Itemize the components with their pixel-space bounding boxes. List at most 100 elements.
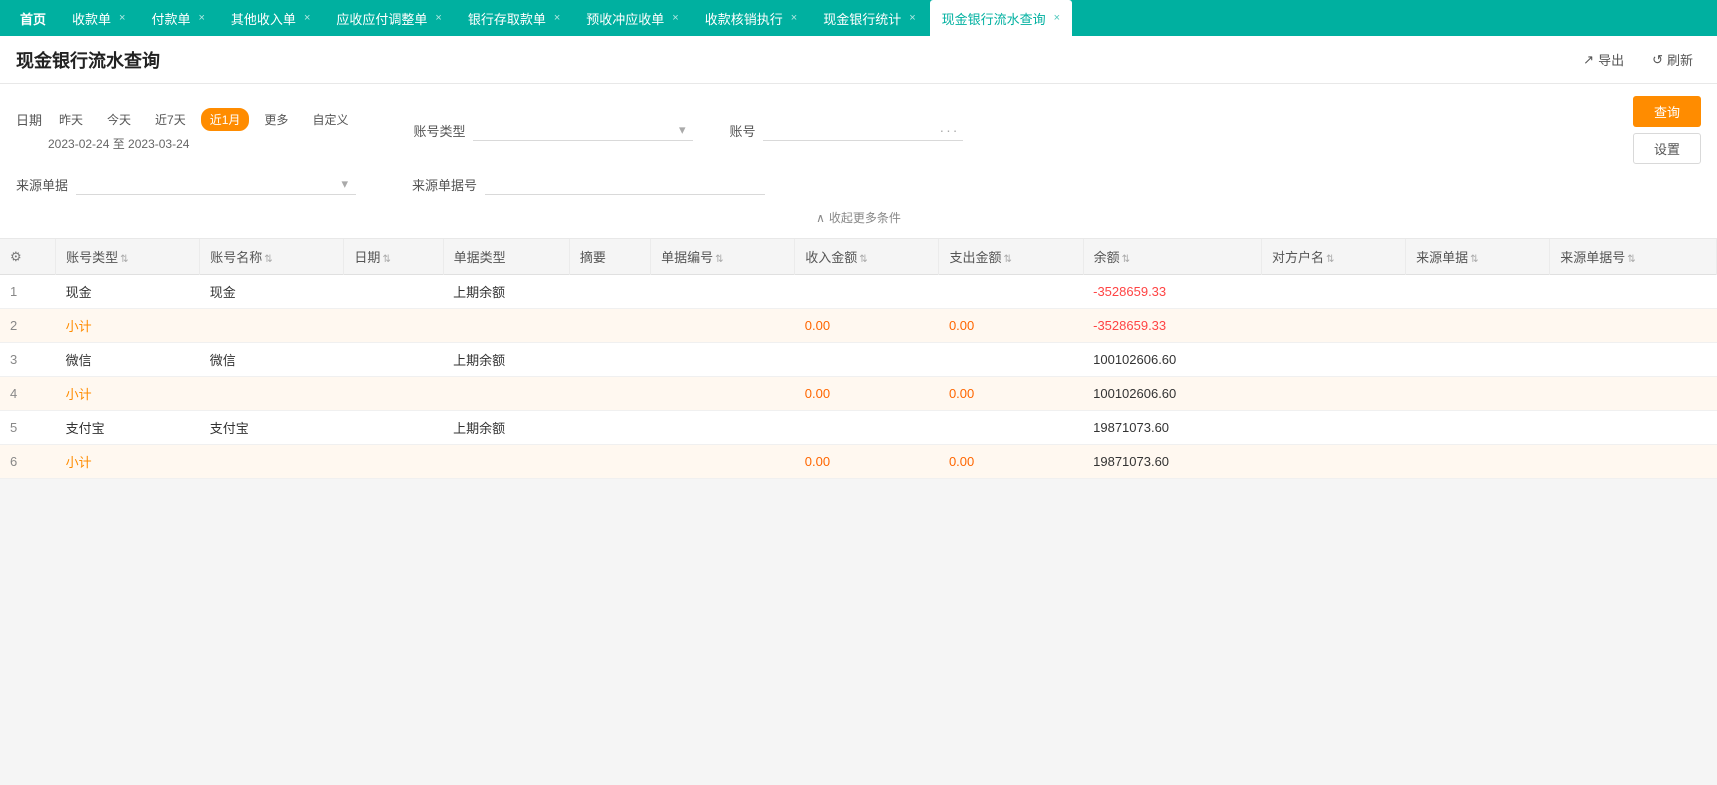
close-icon[interactable]: ×: [909, 12, 915, 24]
nav-item-prepay-offset[interactable]: 预收冲应收单×: [574, 0, 690, 36]
collapse-bar[interactable]: ∧ 收起更多条件: [16, 205, 1701, 230]
nav-item-bank-deposit[interactable]: 银行存取款单×: [456, 0, 572, 36]
cell-account_name: 现金: [200, 275, 344, 309]
col-header-expense[interactable]: 支出金额⇅: [939, 239, 1083, 275]
close-icon[interactable]: ×: [119, 12, 125, 24]
cell-summary: [569, 411, 650, 445]
cell-row_num: 1: [0, 275, 56, 309]
cell-doc_type: [443, 309, 569, 343]
table-header: ⚙ 账号类型⇅账号名称⇅日期⇅单据类型摘要单据编号⇅收入金额⇅支出金额⇅余额⇅对方…: [0, 239, 1717, 275]
gear-icon[interactable]: ⚙: [10, 249, 22, 264]
header-row: ⚙ 账号类型⇅账号名称⇅日期⇅单据类型摘要单据编号⇅收入金额⇅支出金额⇅余额⇅对方…: [0, 239, 1717, 275]
nav-item-ar-ap-adjust[interactable]: 应收应付调整单×: [324, 0, 453, 36]
cell-source_doc_no: [1550, 377, 1717, 411]
account-type-select[interactable]: ▾: [473, 120, 693, 141]
col-header-doc_type: 单据类型: [443, 239, 569, 275]
filter-row-1: 日期 昨天今天近7天近1月更多自定义 2023-02-24 至 2023-03-…: [16, 96, 1701, 164]
source-doc-label: 来源单据: [16, 175, 68, 194]
col-header-account_type[interactable]: 账号类型⇅: [56, 239, 200, 275]
cell-expense: [939, 275, 1083, 309]
settings-button[interactable]: 设置: [1633, 133, 1701, 164]
table-row: 4小计0.000.00100102606.60: [0, 377, 1717, 411]
date-btn-昨天[interactable]: 昨天: [50, 108, 92, 131]
cell-doc_type: 上期余额: [443, 411, 569, 445]
nav-item-payment[interactable]: 付款单×: [139, 0, 216, 36]
col-header-summary: 摘要: [569, 239, 650, 275]
table-row: 6小计0.000.0019871073.60: [0, 445, 1717, 479]
cell-row_num: 6: [0, 445, 56, 479]
close-icon[interactable]: ×: [554, 12, 560, 24]
cell-summary: [569, 309, 650, 343]
cell-account_type: 小计: [56, 377, 200, 411]
date-btn-近1月[interactable]: 近1月: [201, 108, 250, 131]
cell-source_doc: [1406, 275, 1550, 309]
close-icon[interactable]: ×: [1054, 12, 1060, 24]
cell-source_doc: [1406, 411, 1550, 445]
cell-source_doc: [1406, 377, 1550, 411]
close-icon[interactable]: ×: [435, 12, 441, 24]
cell-source_doc_no: [1550, 275, 1717, 309]
nav-item-cash-bank-flow[interactable]: 现金银行流水查询×: [930, 0, 1072, 36]
cell-row_num: 5: [0, 411, 56, 445]
source-doc-select[interactable]: ▾: [76, 174, 356, 195]
query-button[interactable]: 查询: [1633, 96, 1701, 127]
col-header-date[interactable]: 日期⇅: [344, 239, 443, 275]
cell-account_type: 现金: [56, 275, 200, 309]
col-header-account_name[interactable]: 账号名称⇅: [200, 239, 344, 275]
nav-item-receipt-verify[interactable]: 收款核销执行×: [693, 0, 809, 36]
cell-summary: [569, 343, 650, 377]
cell-account_name: [200, 445, 344, 479]
cell-expense: 0.00: [939, 377, 1083, 411]
date-btn-自定义[interactable]: 自定义: [303, 108, 357, 131]
cell-doc_no: [651, 309, 795, 343]
source-doc-no-input[interactable]: [485, 175, 765, 195]
close-icon[interactable]: ×: [791, 12, 797, 24]
cell-doc_type: [443, 377, 569, 411]
nav-item-other-income[interactable]: 其他收入单×: [219, 0, 322, 36]
nav-item-home[interactable]: 首页: [8, 0, 58, 36]
export-button[interactable]: ↗ 导出: [1575, 46, 1632, 73]
refresh-button[interactable]: ↺ 刷新: [1644, 46, 1701, 73]
cell-row_num: 3: [0, 343, 56, 377]
source-doc-no-group: 来源单据号: [412, 175, 765, 195]
data-table: ⚙ 账号类型⇅账号名称⇅日期⇅单据类型摘要单据编号⇅收入金额⇅支出金额⇅余额⇅对方…: [0, 239, 1717, 479]
collapse-label: 收起更多条件: [829, 209, 901, 226]
account-dots: ···: [939, 122, 959, 138]
cell-account_type: 支付宝: [56, 411, 200, 445]
cell-income: 0.00: [795, 445, 939, 479]
source-doc-group: 来源单据 ▾: [16, 174, 356, 195]
date-label: 日期: [16, 110, 42, 129]
cell-account_name: [200, 309, 344, 343]
table-body: 1现金现金上期余额-3528659.332小计0.000.00-3528659.…: [0, 275, 1717, 479]
cell-expense: 0.00: [939, 445, 1083, 479]
table-row: 1现金现金上期余额-3528659.33: [0, 275, 1717, 309]
col-header-counter_party[interactable]: 对方户名⇅: [1261, 239, 1405, 275]
cell-doc_no: [651, 377, 795, 411]
cell-date: [344, 343, 443, 377]
cell-doc_no: [651, 343, 795, 377]
nav-item-receipt[interactable]: 收款单×: [60, 0, 137, 36]
close-icon[interactable]: ×: [672, 12, 678, 24]
col-header-doc_no[interactable]: 单据编号⇅: [651, 239, 795, 275]
cell-counter_party: [1261, 377, 1405, 411]
col-header-gear: ⚙: [0, 239, 56, 275]
cell-expense: [939, 411, 1083, 445]
table-row: 3微信微信上期余额100102606.60: [0, 343, 1717, 377]
cell-summary: [569, 275, 650, 309]
date-btn-更多[interactable]: 更多: [255, 108, 297, 131]
date-btn-近7天[interactable]: 近7天: [146, 108, 195, 131]
date-btn-今天[interactable]: 今天: [98, 108, 140, 131]
cell-row_num: 4: [0, 377, 56, 411]
refresh-icon: ↺: [1652, 52, 1663, 68]
col-header-income[interactable]: 收入金额⇅: [795, 239, 939, 275]
col-header-source_doc[interactable]: 来源单据⇅: [1406, 239, 1550, 275]
cell-income: 0.00: [795, 377, 939, 411]
cell-date: [344, 275, 443, 309]
cell-row_num: 2: [0, 309, 56, 343]
nav-item-cash-bank-stat[interactable]: 现金银行统计×: [811, 0, 927, 36]
close-icon[interactable]: ×: [304, 12, 310, 24]
cell-expense: [939, 343, 1083, 377]
col-header-balance[interactable]: 余额⇅: [1083, 239, 1261, 275]
col-header-source_doc_no[interactable]: 来源单据号⇅: [1550, 239, 1717, 275]
close-icon[interactable]: ×: [198, 12, 204, 24]
